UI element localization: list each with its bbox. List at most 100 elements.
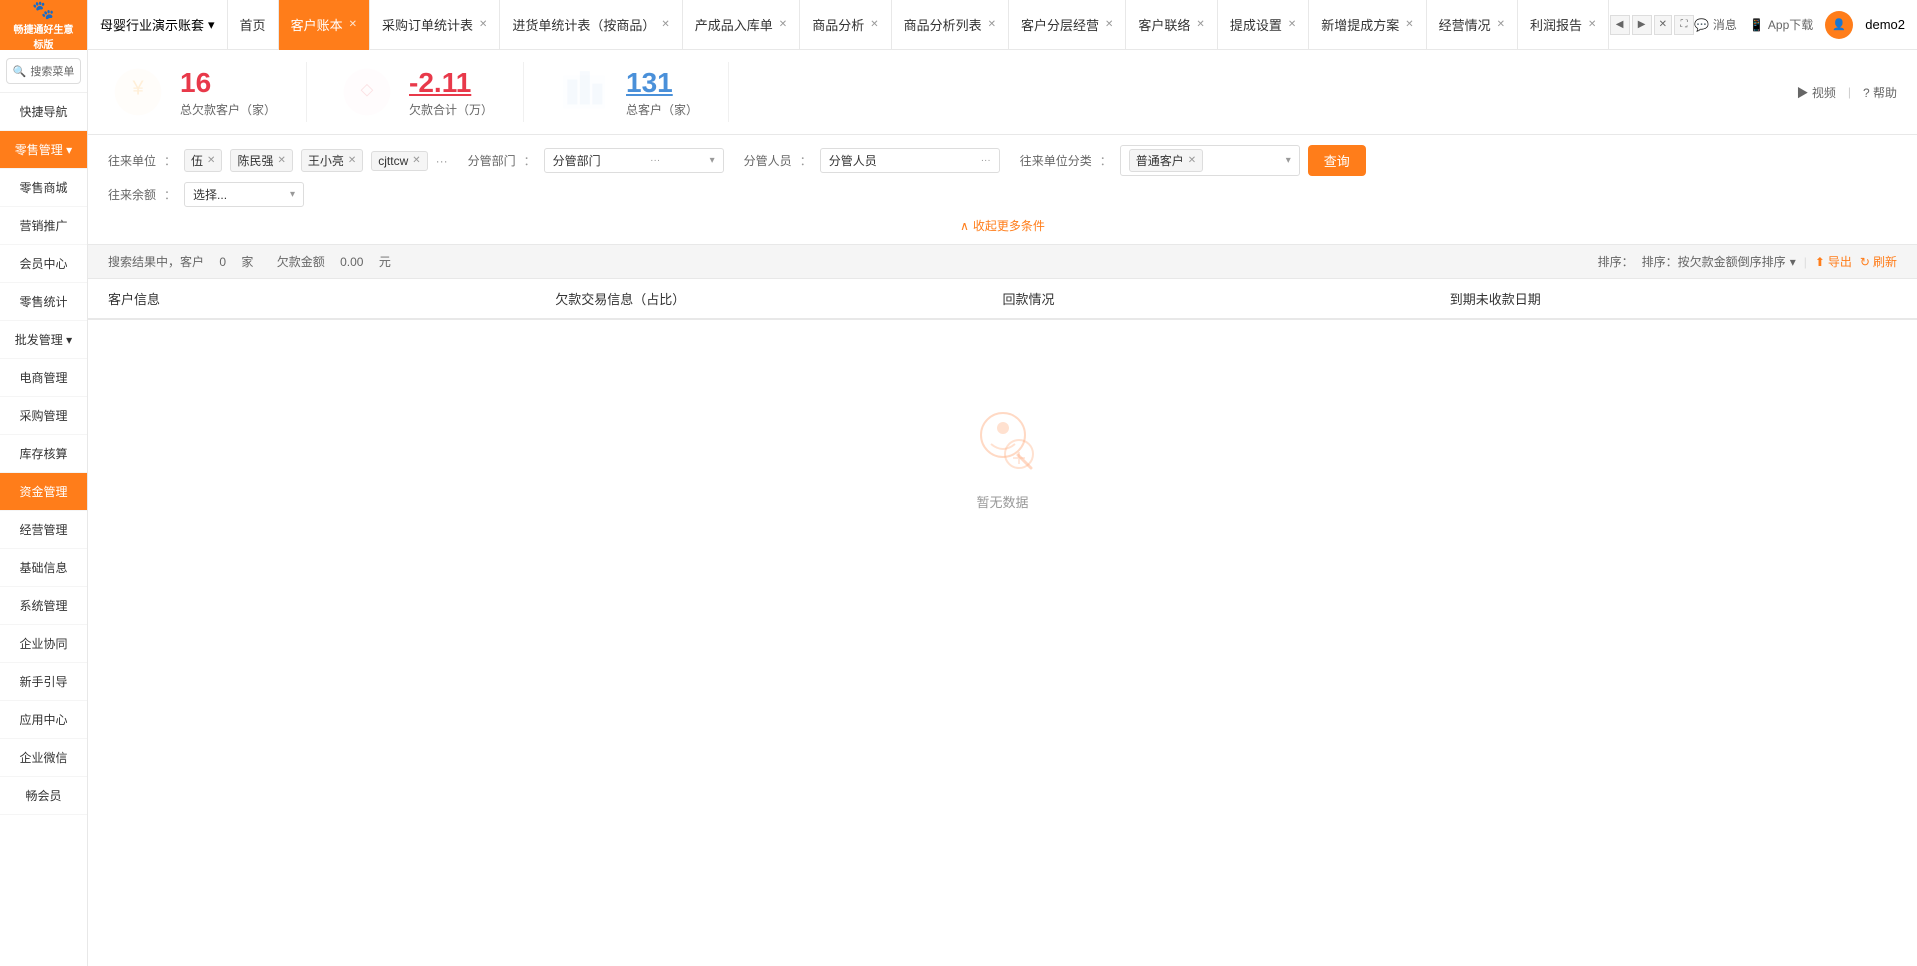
unit-type-tag-close[interactable]: ✕ (1188, 155, 1196, 166)
filter-more-tags[interactable]: ··· (436, 154, 448, 168)
sidebar-item-purchase[interactable]: 采购管理 (0, 397, 87, 435)
tab-customer-tier[interactable]: 客户分层经营 ✕ (1009, 0, 1126, 50)
tab-product-analysis-list[interactable]: 商品分析列表 ✕ (892, 0, 1009, 50)
sidebar-item-quick-nav[interactable]: 快捷导航 (0, 93, 87, 131)
sidebar-item-inventory[interactable]: 库存核算 (0, 435, 87, 473)
collapse-button[interactable]: ∧ 收起更多条件 (960, 217, 1045, 234)
sidebar-search[interactable]: 🔍 搜索菜单 (0, 50, 87, 93)
sidebar-item-retail-mall[interactable]: 零售商城 (0, 169, 87, 207)
nav-close-all[interactable]: ✕ (1654, 15, 1672, 35)
tab-operations[interactable]: 经营情况 ✕ (1427, 0, 1518, 50)
sidebar-item-enterprise-wechat[interactable]: 企业微信 (0, 739, 87, 777)
unit-type-tag-normal[interactable]: 普通客户 ✕ (1129, 149, 1203, 172)
tab-purchase-orders[interactable]: 采购订单统计表 ✕ (370, 0, 500, 50)
workspace-selector[interactable]: 母婴行业演示账套 ▾ (88, 0, 228, 50)
empty-state: 暂无数据 (88, 320, 1917, 591)
filter-tag-wangxiaoliang[interactable]: 王小亮 ✕ (301, 149, 363, 172)
sidebar-item-member-center[interactable]: 会员中心 (0, 245, 87, 283)
sidebar-item-marketing[interactable]: 营销推广 (0, 207, 87, 245)
sidebar-item-retail-mgmt[interactable]: 零售管理 ▾ (0, 131, 87, 169)
tab-purchase-orders-label: 采购订单统计表 (382, 15, 473, 34)
query-button[interactable]: 查询 (1308, 145, 1366, 176)
sidebar-item-app-center[interactable]: 应用中心 (0, 701, 87, 739)
tag-cjttcw-close[interactable]: ✕ (412, 155, 420, 166)
filter-tag-wu[interactable]: 伍 ✕ (184, 149, 222, 172)
filter-tag-cjttcw[interactable]: cjttcw ✕ (371, 151, 427, 171)
tab-profit-report-close[interactable]: ✕ (1588, 19, 1596, 30)
user-avatar[interactable]: 👤 (1825, 11, 1853, 39)
search-menu-button[interactable]: 🔍 搜索菜单 (6, 58, 81, 84)
top-nav-right: 💬 消息 📱 App下载 👤 demo2 (1694, 11, 1917, 39)
message-button[interactable]: 💬 消息 (1694, 16, 1737, 33)
user-name[interactable]: demo2 (1865, 17, 1905, 32)
export-button[interactable]: ⬆ 导出 (1815, 253, 1852, 270)
refresh-label: 刷新 (1873, 253, 1897, 270)
filter-tag-chenminqiang[interactable]: 陈民强 ✕ (230, 149, 292, 172)
staff-select[interactable]: 分管人员 ··· (820, 148, 1000, 173)
dept-placeholder: 分管部门 (553, 152, 601, 169)
tab-production-entry[interactable]: 产成品入库单 ✕ (683, 0, 800, 50)
balance-select[interactable]: 选择... ▾ (184, 182, 304, 207)
stat-icon-total (554, 62, 614, 122)
tab-improve-settings[interactable]: 提成设置 ✕ (1218, 0, 1309, 50)
col-repay-status: 回款情况 (1003, 289, 1450, 308)
sidebar-item-enterprise-collab[interactable]: 企业协同 (0, 625, 87, 663)
tab-purchase-orders-close[interactable]: ✕ (479, 19, 487, 30)
tab-product-analysis[interactable]: 商品分析 ✕ (800, 0, 891, 50)
balance-placeholder: 选择... (193, 186, 227, 203)
collapse-row: ∧ 收起更多条件 (108, 213, 1897, 234)
sidebar-item-operations-mgmt[interactable]: 经营管理 (0, 511, 87, 549)
tab-customer-tier-close[interactable]: ✕ (1105, 19, 1113, 30)
tag-wu-close[interactable]: ✕ (207, 155, 215, 166)
sort-select[interactable]: 排序：按欠款金额倒序排序 ▾ (1642, 253, 1796, 270)
sidebar-item-system-mgmt[interactable]: 系统管理 (0, 587, 87, 625)
app-download-button[interactable]: 📱 App下载 (1749, 16, 1813, 33)
sort-label: 排序： (1598, 253, 1634, 270)
sidebar-item-basic-info[interactable]: 基础信息 (0, 549, 87, 587)
tab-customer-contact-close[interactable]: ✕ (1196, 19, 1204, 30)
tab-customer-contact-label: 客户联络 (1138, 15, 1190, 34)
tab-new-improve-label: 新增提成方案 (1321, 15, 1399, 34)
tab-production-entry-close[interactable]: ✕ (779, 19, 787, 30)
unit-label: 往来单位 (108, 152, 156, 169)
sidebar-item-vip-member[interactable]: 畅会员 (0, 777, 87, 815)
download-icon: 📱 (1749, 18, 1764, 32)
tab-home[interactable]: 首页 (228, 0, 279, 50)
staff-label: 分管人员 (744, 152, 792, 169)
sidebar-item-capital-mgmt[interactable]: 资金管理 (0, 473, 87, 511)
video-button[interactable]: ▶ 视频 (1797, 84, 1836, 101)
unit-type-select[interactable]: 普通客户 ✕ ▾ (1120, 145, 1300, 176)
tab-accounts-label: 客户账本 (291, 15, 343, 34)
tab-improve-settings-close[interactable]: ✕ (1288, 19, 1296, 30)
unit-filter-icon: ： (164, 152, 176, 169)
tab-product-analysis-close[interactable]: ✕ (870, 19, 878, 30)
sidebar-item-retail-stats[interactable]: 零售统计 (0, 283, 87, 321)
nav-fullscreen[interactable]: ⛶ (1674, 15, 1694, 35)
tab-new-improve-close[interactable]: ✕ (1405, 19, 1413, 30)
sidebar-item-batch-mgmt[interactable]: 批发管理 ▾ (0, 321, 87, 359)
stat-value-customers: 16 (180, 67, 276, 99)
nav-scroll-left[interactable]: ◀ (1610, 15, 1630, 35)
tab-accounts[interactable]: 客户账本 ✕ (279, 0, 370, 50)
tab-customer-contact[interactable]: 客户联络 ✕ (1126, 0, 1217, 50)
chevron-down-icon: ▾ (66, 143, 72, 157)
search-result-prefix: 搜索结果中，客户 (108, 255, 204, 269)
tab-accounts-close[interactable]: ✕ (349, 19, 357, 30)
staff-placeholder: 分管人员 (829, 152, 877, 169)
tag-chenminqiang-close[interactable]: ✕ (277, 155, 285, 166)
tab-inbound-stats-close[interactable]: ✕ (661, 19, 669, 30)
tab-product-analysis-list-close[interactable]: ✕ (988, 19, 996, 30)
help-button[interactable]: ? 帮助 (1863, 84, 1897, 101)
refresh-button[interactable]: ↻ 刷新 (1860, 253, 1897, 270)
tag-wangxiaoliang-close[interactable]: ✕ (348, 155, 356, 166)
tab-operations-close[interactable]: ✕ (1497, 19, 1505, 30)
tab-profit-report[interactable]: 利润报告 ✕ (1518, 0, 1609, 50)
nav-scroll-buttons: ◀ ▶ ✕ ⛶ (1610, 15, 1694, 35)
sidebar-item-newbie-guide[interactable]: 新手引导 (0, 663, 87, 701)
tab-inbound-stats[interactable]: 进货单统计表（按商品） ✕ (500, 0, 682, 50)
sidebar-item-ecommerce[interactable]: 电商管理 (0, 359, 87, 397)
tab-new-improve[interactable]: 新增提成方案 ✕ (1309, 0, 1426, 50)
dept-select[interactable]: 分管部门 ··· ▾ (544, 148, 724, 173)
workspace-chevron-icon: ▾ (208, 17, 215, 33)
nav-scroll-right[interactable]: ▶ (1632, 15, 1652, 35)
